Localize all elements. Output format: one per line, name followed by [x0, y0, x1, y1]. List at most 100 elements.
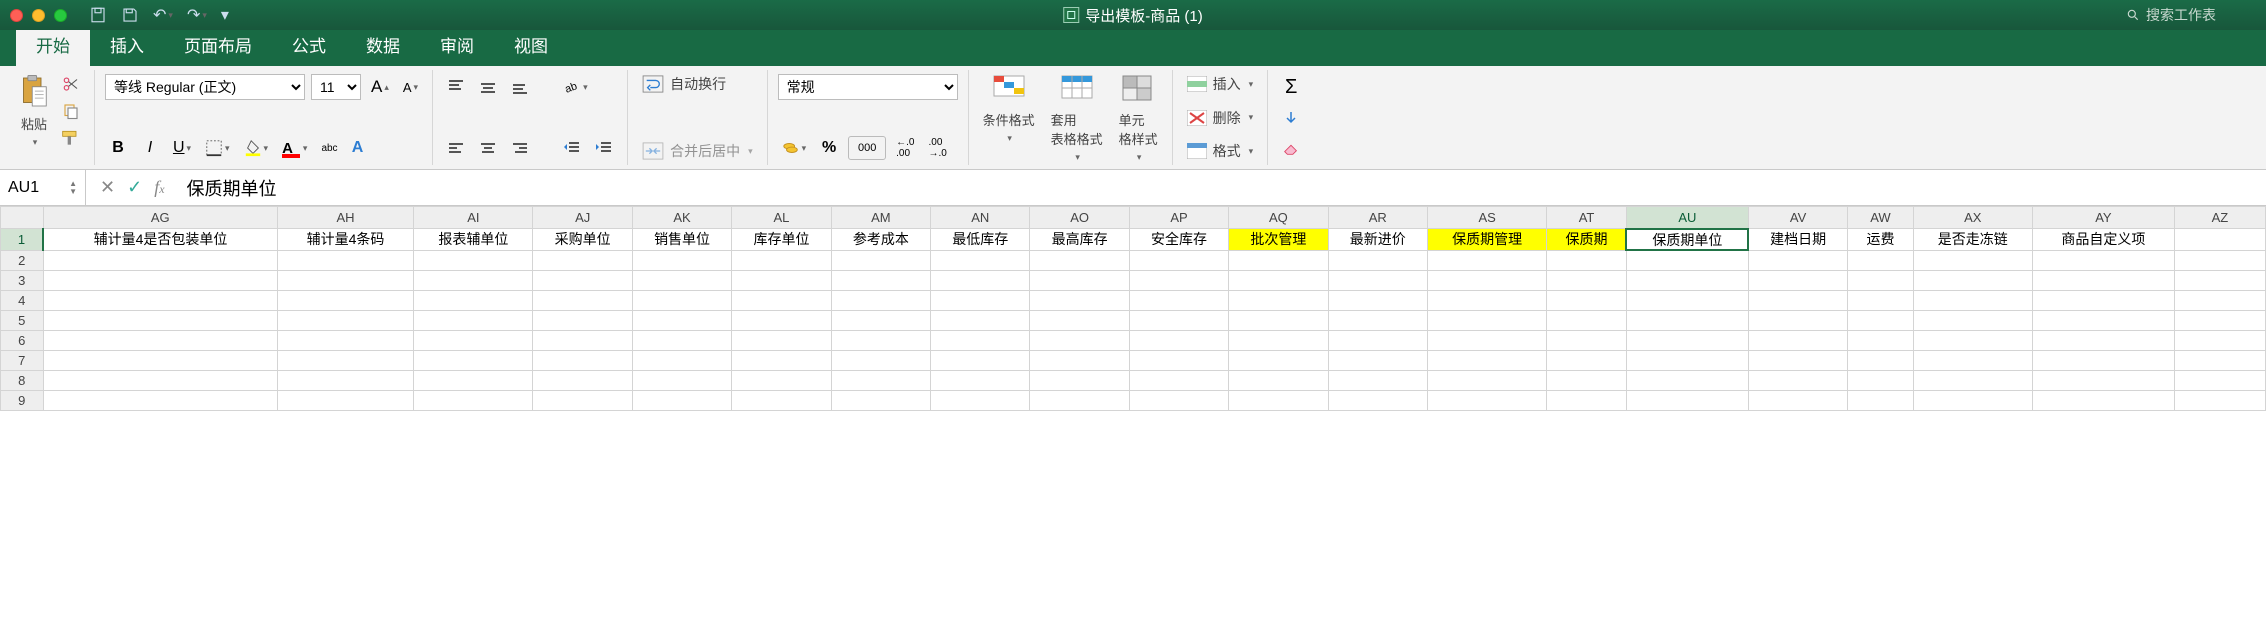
cell[interactable]: 最高库存: [1030, 229, 1129, 251]
cell[interactable]: [1848, 270, 1913, 290]
align-right-button[interactable]: [507, 136, 533, 160]
cell[interactable]: [1328, 350, 1427, 370]
cell[interactable]: [2032, 390, 2174, 410]
cell[interactable]: [1428, 370, 1547, 390]
cut-button[interactable]: [58, 72, 84, 96]
cell[interactable]: [1229, 350, 1328, 370]
redo-button[interactable]: ↷ ▾: [187, 5, 207, 25]
cell[interactable]: [533, 250, 632, 270]
spreadsheet-grid[interactable]: AGAHAIAJAKALAMANAOAPAQARASATAUAVAWAXAYAZ…: [0, 206, 2266, 411]
cell[interactable]: [632, 330, 731, 350]
column-header[interactable]: AT: [1547, 207, 1627, 229]
row-header[interactable]: 6: [1, 330, 44, 350]
cell[interactable]: [277, 270, 413, 290]
close-window-button[interactable]: [10, 9, 23, 22]
cell[interactable]: [732, 390, 831, 410]
cell[interactable]: [1229, 270, 1328, 290]
cell[interactable]: [1848, 350, 1913, 370]
row-header[interactable]: 5: [1, 310, 44, 330]
cell[interactable]: [1129, 330, 1228, 350]
cell[interactable]: 采购单位: [533, 229, 632, 251]
cell[interactable]: [1328, 330, 1427, 350]
cell[interactable]: [277, 390, 413, 410]
cell[interactable]: [931, 310, 1030, 330]
cell[interactable]: [1748, 330, 1847, 350]
cell[interactable]: [1748, 390, 1847, 410]
cell[interactable]: [1129, 270, 1228, 290]
cell[interactable]: [732, 350, 831, 370]
tab-formulas[interactable]: 公式: [272, 24, 346, 66]
sheet-search[interactable]: [2126, 7, 2256, 23]
cell[interactable]: [533, 370, 632, 390]
cell[interactable]: [1913, 290, 2032, 310]
cell[interactable]: 参考成本: [831, 229, 930, 251]
cell[interactable]: 批次管理: [1229, 229, 1328, 251]
cell[interactable]: [414, 350, 533, 370]
cell[interactable]: [1748, 250, 1847, 270]
row-header[interactable]: 1: [1, 229, 44, 251]
cell[interactable]: [1547, 290, 1627, 310]
cell[interactable]: 销售单位: [632, 229, 731, 251]
cell[interactable]: [1848, 390, 1913, 410]
cell[interactable]: [831, 370, 930, 390]
cell[interactable]: [1913, 270, 2032, 290]
cell[interactable]: 辅计量4条码: [277, 229, 413, 251]
cell[interactable]: [1848, 250, 1913, 270]
cell[interactable]: [831, 290, 930, 310]
cell[interactable]: [277, 250, 413, 270]
paste-button[interactable]: 粘贴 ▾: [16, 72, 52, 150]
cell[interactable]: [43, 270, 277, 290]
cell[interactable]: [2174, 350, 2265, 370]
delete-cells-button[interactable]: 删除▾: [1183, 106, 1258, 130]
phonetic-guide-button[interactable]: abc: [317, 139, 341, 157]
format-cells-button[interactable]: 格式▾: [1183, 139, 1258, 163]
cell[interactable]: [1428, 330, 1547, 350]
cell[interactable]: [632, 290, 731, 310]
cell[interactable]: [1913, 350, 2032, 370]
cell[interactable]: [1428, 350, 1547, 370]
cell[interactable]: [1030, 390, 1129, 410]
cell[interactable]: 运费: [1848, 229, 1913, 251]
cell[interactable]: 保质期单位: [1626, 229, 1748, 251]
column-header[interactable]: AK: [632, 207, 731, 229]
fill-color-button[interactable]: ▾: [240, 139, 273, 157]
decrease-font-button[interactable]: A▾: [399, 80, 422, 95]
column-header[interactable]: AL: [732, 207, 831, 229]
align-left-button[interactable]: [443, 136, 469, 160]
cell[interactable]: [931, 370, 1030, 390]
cell[interactable]: [831, 390, 930, 410]
conditional-formatting-button[interactable]: 条件格式▾: [979, 72, 1039, 146]
cell[interactable]: [1626, 270, 1748, 290]
fx-icon[interactable]: fx: [154, 177, 164, 198]
cell[interactable]: [43, 250, 277, 270]
cell[interactable]: [831, 350, 930, 370]
align-top-button[interactable]: [443, 75, 469, 99]
cell[interactable]: [732, 270, 831, 290]
cell[interactable]: [2032, 330, 2174, 350]
cell[interactable]: [1848, 370, 1913, 390]
tab-home[interactable]: 开始: [16, 24, 90, 66]
column-header[interactable]: AZ: [2174, 207, 2265, 229]
cell[interactable]: [632, 370, 731, 390]
cell[interactable]: [1848, 330, 1913, 350]
cell[interactable]: [1030, 330, 1129, 350]
select-all-corner[interactable]: [1, 207, 44, 229]
cell[interactable]: [1129, 250, 1228, 270]
cell[interactable]: [831, 270, 930, 290]
cell[interactable]: [414, 250, 533, 270]
cell[interactable]: [533, 270, 632, 290]
cell[interactable]: [533, 330, 632, 350]
increase-decimal-button[interactable]: ←.0.00: [892, 137, 918, 159]
cell[interactable]: [1129, 370, 1228, 390]
cell[interactable]: [277, 350, 413, 370]
cell[interactable]: [1626, 310, 1748, 330]
column-header[interactable]: AN: [931, 207, 1030, 229]
cell[interactable]: [414, 310, 533, 330]
cell[interactable]: [931, 270, 1030, 290]
cell[interactable]: 保质期: [1547, 229, 1627, 251]
cell[interactable]: [632, 270, 731, 290]
cell[interactable]: 商品自定义项: [2032, 229, 2174, 251]
align-middle-button[interactable]: [475, 75, 501, 99]
qat-customize-icon[interactable]: ▾: [221, 5, 229, 25]
column-header[interactable]: AP: [1129, 207, 1228, 229]
